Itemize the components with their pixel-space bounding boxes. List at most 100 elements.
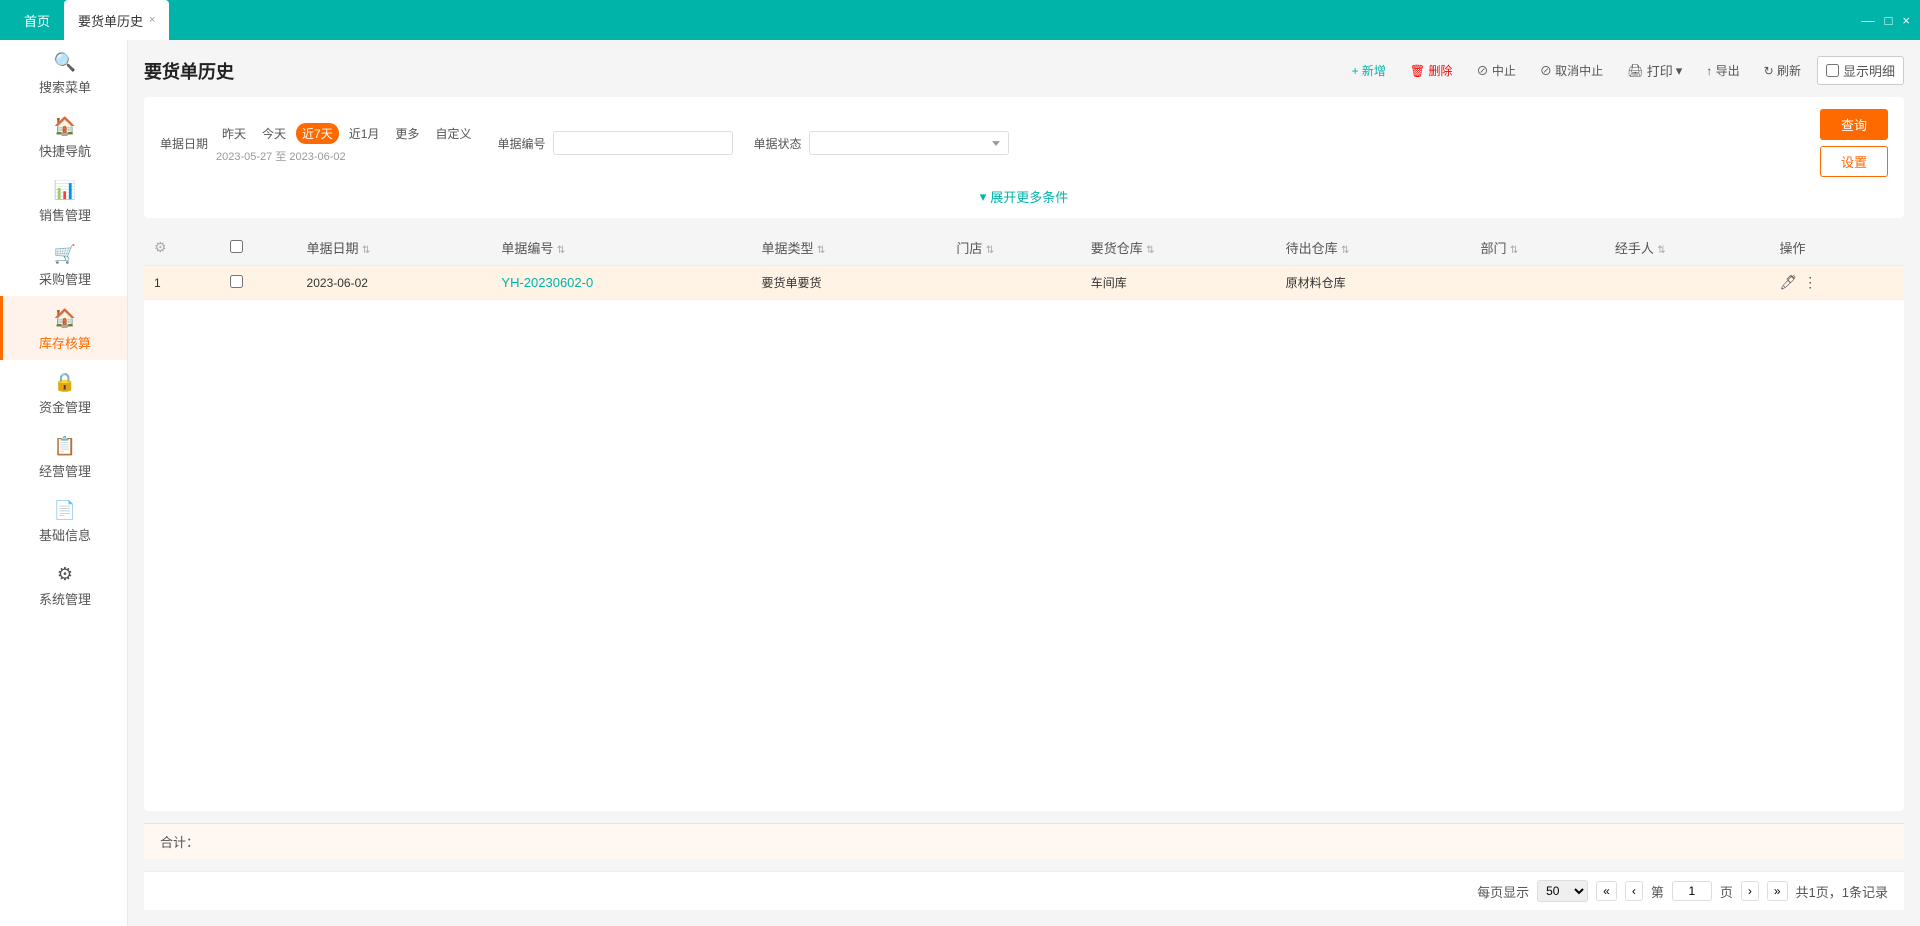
col-action-label: 操作 (1779, 241, 1805, 256)
row-docno-link[interactable]: YH-20230602-0 (501, 275, 593, 290)
row-actions: 🖊 ⋮ (1769, 266, 1904, 300)
sidebar-item-sales[interactable]: 📊 销售管理 (0, 168, 127, 232)
delete-button[interactable]: 🗑 删除 (1402, 58, 1461, 83)
select-all-checkbox[interactable] (230, 240, 243, 253)
status-filter-group: 单据状态 (753, 131, 1009, 155)
shortcut-today[interactable]: 今天 (256, 123, 292, 144)
home-tab[interactable]: 首页 (10, 0, 64, 40)
col-date-label: 单据日期 (307, 241, 359, 256)
status-label: 单据状态 (753, 135, 801, 152)
filter-buttons: 查询 设置 (1820, 109, 1888, 177)
display-detail-button[interactable]: 显示明细 (1817, 56, 1904, 85)
sales-icon: 📊 (54, 180, 76, 201)
col-store-sort-icon[interactable]: ⇅ (986, 245, 994, 256)
date-shortcuts: 昨天 今天 近7天 近1月 更多 自定义 (216, 123, 477, 144)
col-dept-label: 部门 (1480, 241, 1506, 256)
col-store-label: 门店 (956, 241, 982, 256)
table-footer: 合计： (144, 823, 1904, 859)
print-button[interactable]: 🖨 打印 ▾ (1619, 57, 1690, 84)
home-icon: 🏠 (54, 116, 76, 137)
date-filter-group: 单据日期 昨天 今天 近7天 近1月 更多 自定义 2023-05-27 至 2… (160, 123, 477, 164)
sidebar-item-inventory[interactable]: 🏠 库存核算 (0, 296, 127, 360)
col-docno-sort-icon[interactable]: ⇅ (557, 245, 565, 256)
refresh-button[interactable]: ↻ 刷新 (1756, 58, 1809, 83)
row-doctype: 要货单要货 (752, 266, 947, 300)
col-handler-label: 经手人 (1615, 241, 1654, 256)
page-input[interactable] (1672, 881, 1712, 901)
page-title: 要货单历史 (144, 58, 234, 84)
per-page-select[interactable]: 50 20 100 (1537, 880, 1588, 902)
minimize-icon[interactable]: — (1862, 13, 1875, 28)
row-store (946, 266, 1080, 300)
sidebar-item-purchase[interactable]: 🛒 采购管理 (0, 232, 127, 296)
col-pendingwarehouse-sort-icon[interactable]: ⇅ (1341, 245, 1349, 256)
expand-more[interactable]: ▾ 展开更多条件 (160, 187, 1888, 206)
shortcut-yesterday[interactable]: 昨天 (216, 123, 252, 144)
per-page-label: 每页显示 (1477, 882, 1529, 901)
page-label: 第 (1651, 882, 1664, 901)
col-reqwarehouse-header: 要货仓库 ⇅ (1081, 230, 1276, 266)
docno-input[interactable] (553, 131, 733, 155)
sidebar-item-quick[interactable]: 🏠 快捷导航 (0, 104, 127, 168)
query-button[interactable]: 查询 (1820, 109, 1888, 140)
active-tab[interactable]: 要货单历史 × (64, 0, 169, 40)
row-dept (1470, 266, 1604, 300)
col-reqwarehouse-sort-icon[interactable]: ⇅ (1146, 245, 1154, 256)
expand-more-icon: ▾ (980, 189, 987, 205)
close-tab-icon[interactable]: × (149, 14, 155, 26)
sidebar-item-basic[interactable]: 📄 基础信息 (0, 488, 127, 552)
col-dept-sort-icon[interactable]: ⇅ (1510, 245, 1518, 256)
main-layout: 🔍 搜索菜单 🏠 快捷导航 📊 销售管理 🛒 采购管理 🏠 库存核算 🔒 资金管… (0, 40, 1920, 926)
row-select-checkbox[interactable] (230, 275, 243, 288)
table-row: 1 2023-06-02 YH-20230602-0 要货单要货 车间库 原材料… (144, 266, 1904, 300)
operations-icon: 📋 (54, 436, 76, 457)
filter-area: 单据日期 昨天 今天 近7天 近1月 更多 自定义 2023-05-27 至 2… (144, 97, 1904, 218)
sidebar-item-system-label: 系统管理 (39, 589, 91, 608)
sidebar-item-system[interactable]: ⚙ 系统管理 (0, 552, 127, 616)
next-page-button[interactable]: › (1741, 881, 1759, 901)
sidebar-item-finance-label: 资金管理 (39, 397, 91, 416)
row-edit-icon[interactable]: 🖊 (1779, 274, 1797, 291)
last-page-button[interactable]: » (1767, 881, 1788, 901)
status-select[interactable] (809, 131, 1009, 155)
row-handler (1605, 266, 1770, 300)
window-close-icon[interactable]: × (1902, 13, 1910, 28)
stop-button[interactable]: ⊘ 中止 (1469, 58, 1524, 83)
finance-icon: 🔒 (54, 372, 76, 393)
maximize-icon[interactable]: □ (1885, 13, 1893, 28)
sidebar-item-basic-label: 基础信息 (39, 525, 91, 544)
sidebar-item-search[interactable]: 🔍 搜索菜单 (0, 40, 127, 104)
col-handler-sort-icon[interactable]: ⇅ (1657, 245, 1665, 256)
shortcut-more[interactable]: 更多 (389, 123, 425, 144)
shortcut-custom[interactable]: 自定义 (429, 123, 477, 144)
col-settings-icon[interactable]: ⚙ (154, 239, 167, 255)
col-docno-header: 单据编号 ⇅ (491, 230, 751, 266)
home-tab-label: 首页 (24, 11, 50, 30)
sidebar-item-finance[interactable]: 🔒 资金管理 (0, 360, 127, 424)
col-doctype-sort-icon[interactable]: ⇅ (817, 245, 825, 256)
date-shortcuts-group: 昨天 今天 近7天 近1月 更多 自定义 2023-05-27 至 2023-0… (216, 123, 477, 164)
content-area: 要货单历史 + 新增 🗑 删除 ⊘ 中止 ⊘ 取消中止 🖨 打印 ▾ ↑ 导出 … (128, 40, 1920, 926)
row-checkbox (220, 266, 297, 300)
shortcut-7days[interactable]: 近7天 (296, 123, 339, 144)
page-header: 要货单历史 + 新增 🗑 删除 ⊘ 中止 ⊘ 取消中止 🖨 打印 ▾ ↑ 导出 … (144, 56, 1904, 85)
shortcut-1month[interactable]: 近1月 (343, 123, 386, 144)
col-date-sort-icon[interactable]: ⇅ (362, 245, 370, 256)
display-detail-checkbox[interactable] (1826, 64, 1839, 77)
date-range-text: 2023-05-27 至 2023-06-02 (216, 148, 346, 164)
prev-page-button[interactable]: ‹ (1625, 881, 1643, 901)
row-more-icon[interactable]: ⋮ (1803, 274, 1817, 291)
total-label: 合计： (160, 832, 199, 851)
col-dept-header: 部门 ⇅ (1470, 230, 1604, 266)
settings-button[interactable]: 设置 (1820, 146, 1888, 177)
cancel-stop-button[interactable]: ⊘ 取消中止 (1532, 58, 1611, 83)
sidebar-item-operations[interactable]: 📋 经营管理 (0, 424, 127, 488)
col-store-header: 门店 ⇅ (946, 230, 1080, 266)
filter-row-1: 单据日期 昨天 今天 近7天 近1月 更多 自定义 2023-05-27 至 2… (160, 109, 1888, 177)
export-button[interactable]: ↑ 导出 (1698, 58, 1747, 83)
col-pendingwarehouse-label: 待出仓库 (1286, 241, 1338, 256)
first-page-button[interactable]: « (1596, 881, 1617, 901)
new-button[interactable]: + 新增 (1344, 58, 1394, 83)
docno-label: 单据编号 (497, 135, 545, 152)
page-unit: 页 (1720, 882, 1733, 901)
